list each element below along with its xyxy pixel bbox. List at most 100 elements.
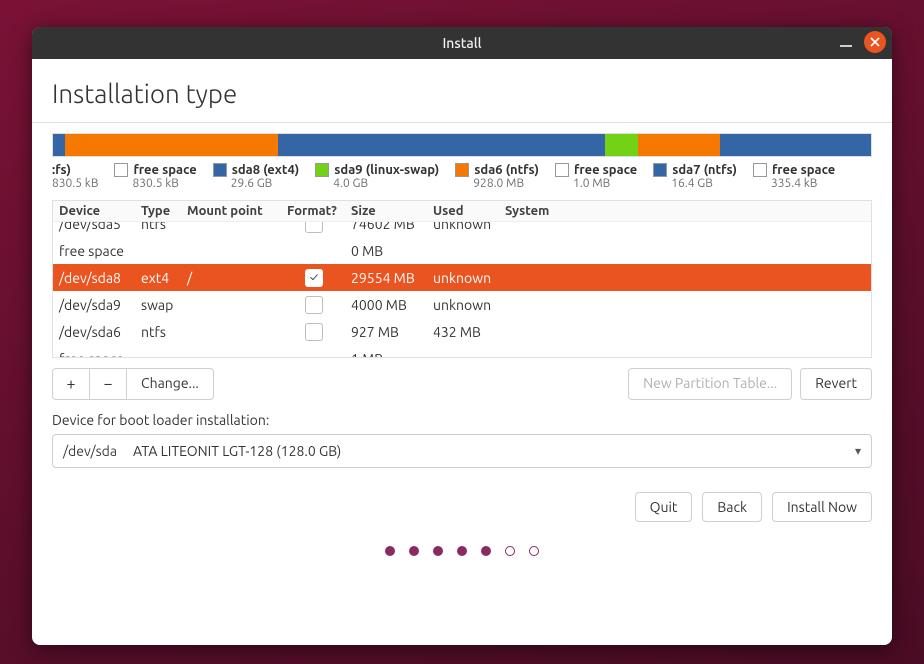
header-type[interactable]: Type	[141, 204, 187, 218]
progress-dot	[409, 546, 419, 556]
legend-swatch	[114, 163, 128, 177]
table-row[interactable]: free space0 MB	[53, 237, 871, 264]
cell-type: swap	[141, 297, 187, 313]
partition-bar[interactable]	[52, 133, 872, 157]
add-partition-button[interactable]: +	[52, 368, 90, 400]
partition-table[interactable]: Device Type Mount point Format? Size Use…	[52, 200, 872, 358]
cell-mount: /	[187, 270, 287, 286]
partition-segment[interactable]	[638, 134, 720, 156]
partition-segment[interactable]	[605, 134, 638, 156]
remove-partition-button[interactable]: −	[89, 368, 127, 400]
header-mount[interactable]: Mount point	[187, 204, 287, 218]
cell-format	[287, 222, 351, 233]
bootloader-label: Device for boot loader installation:	[52, 412, 872, 428]
content-area: Installation type :fs)830.5 kBfree space…	[32, 59, 892, 645]
table-body: /dev/sda5ntfs74602 MBunknownfree space0 …	[53, 222, 871, 358]
legend-size: 830.5 kB	[132, 177, 196, 190]
bootloader-device: /dev/sda	[63, 443, 123, 459]
cell-used: unknown	[433, 222, 505, 232]
format-checkbox[interactable]	[305, 222, 323, 233]
table-row[interactable]: /dev/sda6ntfs927 MB432 MB	[53, 318, 871, 345]
legend-item: free space830.5 kB	[114, 163, 196, 190]
new-partition-table-button[interactable]: New Partition Table...	[628, 368, 792, 400]
legend-label: free space	[772, 163, 835, 177]
cell-size: 4000 MB	[351, 297, 433, 313]
cell-size: 29554 MB	[351, 270, 433, 286]
legend-size: 335.4 kB	[771, 177, 835, 190]
progress-indicator	[52, 546, 872, 556]
legend-size: 1.0 MB	[573, 177, 637, 190]
cell-device: /dev/sda5	[59, 222, 141, 232]
legend-size: 16.4 GB	[671, 177, 737, 190]
minimize-button[interactable]	[840, 45, 852, 47]
revert-button[interactable]: Revert	[800, 368, 872, 400]
header-system[interactable]: System	[505, 204, 865, 218]
partition-segment[interactable]	[53, 134, 65, 156]
table-row[interactable]: /dev/sda9swap 4000 MBunknown	[53, 291, 871, 318]
cell-used: 432 MB	[433, 324, 505, 340]
header-used[interactable]: Used	[433, 204, 505, 218]
format-checkbox[interactable]	[305, 296, 323, 314]
partition-segment[interactable]	[278, 134, 605, 156]
legend-item: sda9 (linux-swap)4.0 GB	[315, 163, 439, 190]
cell-device: free space	[59, 243, 141, 259]
legend-item: :fs)830.5 kB	[52, 163, 98, 190]
cell-device: free space	[59, 351, 141, 359]
legend-label: free space	[574, 163, 637, 177]
format-checkbox[interactable]	[305, 323, 323, 341]
chevron-down-icon: ▾	[855, 444, 861, 458]
cell-device: /dev/sda9	[59, 297, 141, 313]
bootloader-device-combo[interactable]: /dev/sda ATA LITEONIT LGT-128 (128.0 GB)…	[52, 434, 872, 468]
legend-label: :fs)	[52, 163, 71, 177]
close-button[interactable]	[864, 31, 886, 53]
cell-format	[287, 323, 351, 341]
progress-dot	[481, 546, 491, 556]
cell-type: ntfs	[141, 324, 187, 340]
page-title: Installation type	[52, 79, 872, 108]
progress-dot	[457, 546, 467, 556]
bootloader-description: ATA LITEONIT LGT-128 (128.0 GB)	[133, 443, 845, 459]
partition-segment[interactable]	[720, 134, 871, 156]
table-header-row: Device Type Mount point Format? Size Use…	[53, 201, 871, 222]
legend-item: sda8 (ext4)29.6 GB	[213, 163, 300, 190]
cell-size: 927 MB	[351, 324, 433, 340]
header-format[interactable]: Format?	[287, 204, 351, 218]
format-checkbox[interactable]	[305, 269, 323, 287]
legend-swatch	[753, 163, 767, 177]
cell-used: unknown	[433, 270, 505, 286]
legend-item: sda6 (ntfs)928.0 MB	[455, 163, 539, 190]
cell-type: ntfs	[141, 222, 187, 232]
change-partition-button[interactable]: Change...	[126, 368, 214, 400]
cell-used: unknown	[433, 297, 505, 313]
legend-size: 830.5 kB	[52, 177, 98, 190]
table-row[interactable]: /dev/sda5ntfs 74602 MBunknown	[53, 222, 871, 237]
install-now-button[interactable]: Install Now	[772, 492, 872, 522]
back-button[interactable]: Back	[702, 492, 762, 522]
partition-segment[interactable]	[65, 134, 278, 156]
progress-dot	[433, 546, 443, 556]
header-device[interactable]: Device	[59, 204, 141, 218]
progress-dot	[385, 546, 395, 556]
legend-size: 29.6 GB	[231, 177, 300, 190]
legend-swatch	[455, 163, 469, 177]
cell-size: 74602 MB	[351, 222, 433, 232]
partition-legend: :fs)830.5 kBfree space830.5 kBsda8 (ext4…	[52, 163, 872, 190]
header-size[interactable]: Size	[351, 204, 433, 218]
cell-size: 1 MB	[351, 351, 433, 359]
legend-swatch	[213, 163, 227, 177]
table-row[interactable]: free space 1 MB	[53, 345, 871, 358]
cell-format	[287, 296, 351, 314]
cell-device: /dev/sda8	[59, 270, 141, 286]
legend-swatch	[653, 163, 667, 177]
progress-dot	[505, 546, 515, 556]
cell-type: ext4	[141, 270, 187, 286]
table-toolbar: + − Change... New Partition Table... Rev…	[52, 368, 872, 400]
legend-size: 4.0 GB	[333, 177, 439, 190]
legend-swatch	[315, 163, 329, 177]
quit-button[interactable]: Quit	[635, 492, 693, 522]
close-icon	[870, 37, 880, 47]
table-row[interactable]: /dev/sda8ext4/ 29554 MBunknown	[53, 264, 871, 291]
legend-item: sda7 (ntfs)16.4 GB	[653, 163, 737, 190]
legend-item: free space335.4 kB	[753, 163, 835, 190]
footer-buttons: Quit Back Install Now	[52, 492, 872, 522]
